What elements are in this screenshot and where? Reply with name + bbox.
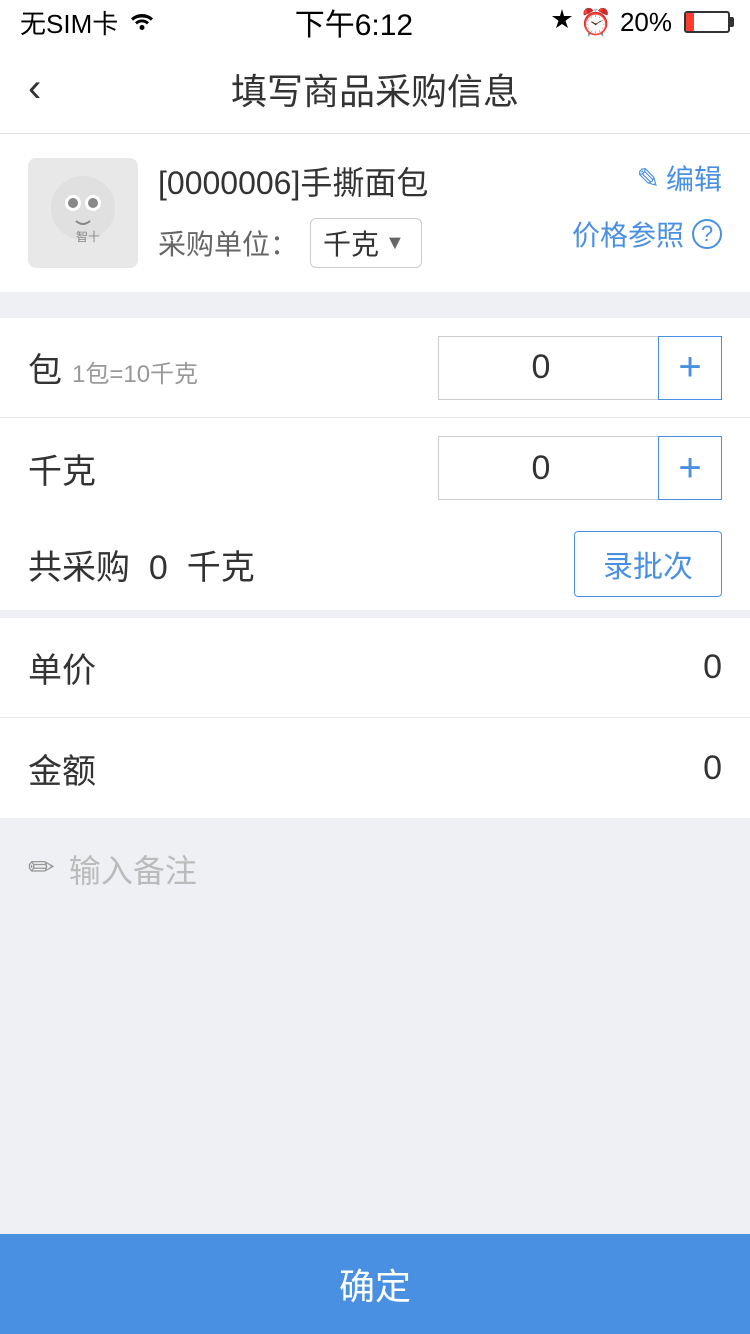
- batch-button[interactable]: 录批次: [574, 531, 722, 597]
- content-spacer: [0, 974, 750, 1234]
- alarm-icon: ⏰: [580, 7, 612, 38]
- amount-label: 金额: [28, 744, 96, 793]
- edit-button[interactable]: ✎ 编辑: [637, 158, 722, 198]
- bag-label-text: 包: [28, 343, 62, 392]
- price-ref-label: 价格参照: [572, 214, 684, 254]
- bag-label: 包 1包=10千克: [28, 343, 198, 392]
- location-icon: [552, 7, 572, 38]
- input-section: 包 1包=10千克 + 千克 +: [0, 318, 750, 518]
- bag-plus-button[interactable]: +: [658, 336, 722, 400]
- total-row: 共采购 0 千克 录批次: [0, 518, 750, 618]
- pencil-icon: ✏: [28, 848, 55, 886]
- product-left: 智十 [0000006]手撕面包 采购单位： 千克 ▼: [28, 158, 428, 268]
- battery-icon: [684, 11, 730, 33]
- back-button[interactable]: ‹: [28, 66, 41, 111]
- unit-dropdown[interactable]: 千克 ▼: [310, 218, 422, 268]
- amount-value: 0: [703, 749, 722, 788]
- bag-sublabel-text: 1包=10千克: [72, 354, 198, 389]
- unit-label: 采购单位：: [158, 223, 298, 263]
- product-name: [0000006]手撕面包: [158, 158, 428, 204]
- confirm-button[interactable]: 确定: [0, 1234, 750, 1334]
- amount-row: 金额 0: [0, 718, 750, 818]
- status-bar-time: 下午6:12: [295, 0, 413, 44]
- note-placeholder: 输入备注: [69, 846, 197, 892]
- total-value: 0: [149, 549, 168, 587]
- bag-input-control: +: [438, 336, 722, 400]
- product-image: 智十: [28, 158, 138, 268]
- bag-quantity-input[interactable]: [438, 336, 658, 400]
- total-text: 共采购 0 千克: [28, 540, 255, 589]
- price-row: 单价 0: [0, 618, 750, 718]
- product-unit-row: 采购单位： 千克 ▼: [158, 218, 428, 268]
- wifi-icon: [128, 7, 156, 38]
- kg-label: 千克: [28, 444, 96, 493]
- product-thumbnail-icon: 智十: [48, 173, 118, 254]
- edit-icon: ✎: [637, 162, 660, 195]
- status-bar-left: 无SIM卡: [20, 4, 156, 41]
- kg-quantity-input[interactable]: [438, 436, 658, 500]
- section-divider-1: [0, 300, 750, 318]
- kg-input-control: +: [438, 436, 722, 500]
- input-row-kg: 千克 +: [0, 418, 750, 518]
- price-value: 0: [703, 648, 722, 687]
- status-bar-right: ⏰ 20%: [552, 7, 730, 38]
- unit-value: 千克: [323, 223, 379, 263]
- product-right: ✎ 编辑 价格参照 ?: [572, 158, 722, 254]
- kg-plus-button[interactable]: +: [658, 436, 722, 500]
- price-ref-button[interactable]: 价格参照 ?: [572, 214, 722, 254]
- input-row-bag: 包 1包=10千克 +: [0, 318, 750, 418]
- kg-label-text: 千克: [28, 444, 96, 493]
- note-section[interactable]: ✏ 输入备注: [0, 818, 750, 974]
- svg-text:智十: 智十: [76, 229, 100, 243]
- page-title: 填写商品采购信息: [231, 63, 519, 115]
- product-card: 智十 [0000006]手撕面包 采购单位： 千克 ▼ ✎ 编: [0, 134, 750, 300]
- info-section: 单价 0 金额 0: [0, 618, 750, 818]
- battery-percent: 20%: [620, 7, 672, 38]
- product-info: [0000006]手撕面包 采购单位： 千克 ▼: [158, 158, 428, 268]
- status-bar: 无SIM卡 下午6:12 ⏰ 20%: [0, 0, 750, 44]
- carrier-text: 无SIM卡: [20, 4, 118, 41]
- total-unit: 千克: [187, 549, 255, 587]
- info-icon: ?: [692, 219, 722, 249]
- nav-bar: ‹ 填写商品采购信息: [0, 44, 750, 134]
- chevron-down-icon: ▼: [385, 232, 405, 255]
- price-label: 单价: [28, 643, 96, 692]
- edit-label: 编辑: [666, 158, 722, 198]
- total-prefix: 共采购: [28, 549, 130, 587]
